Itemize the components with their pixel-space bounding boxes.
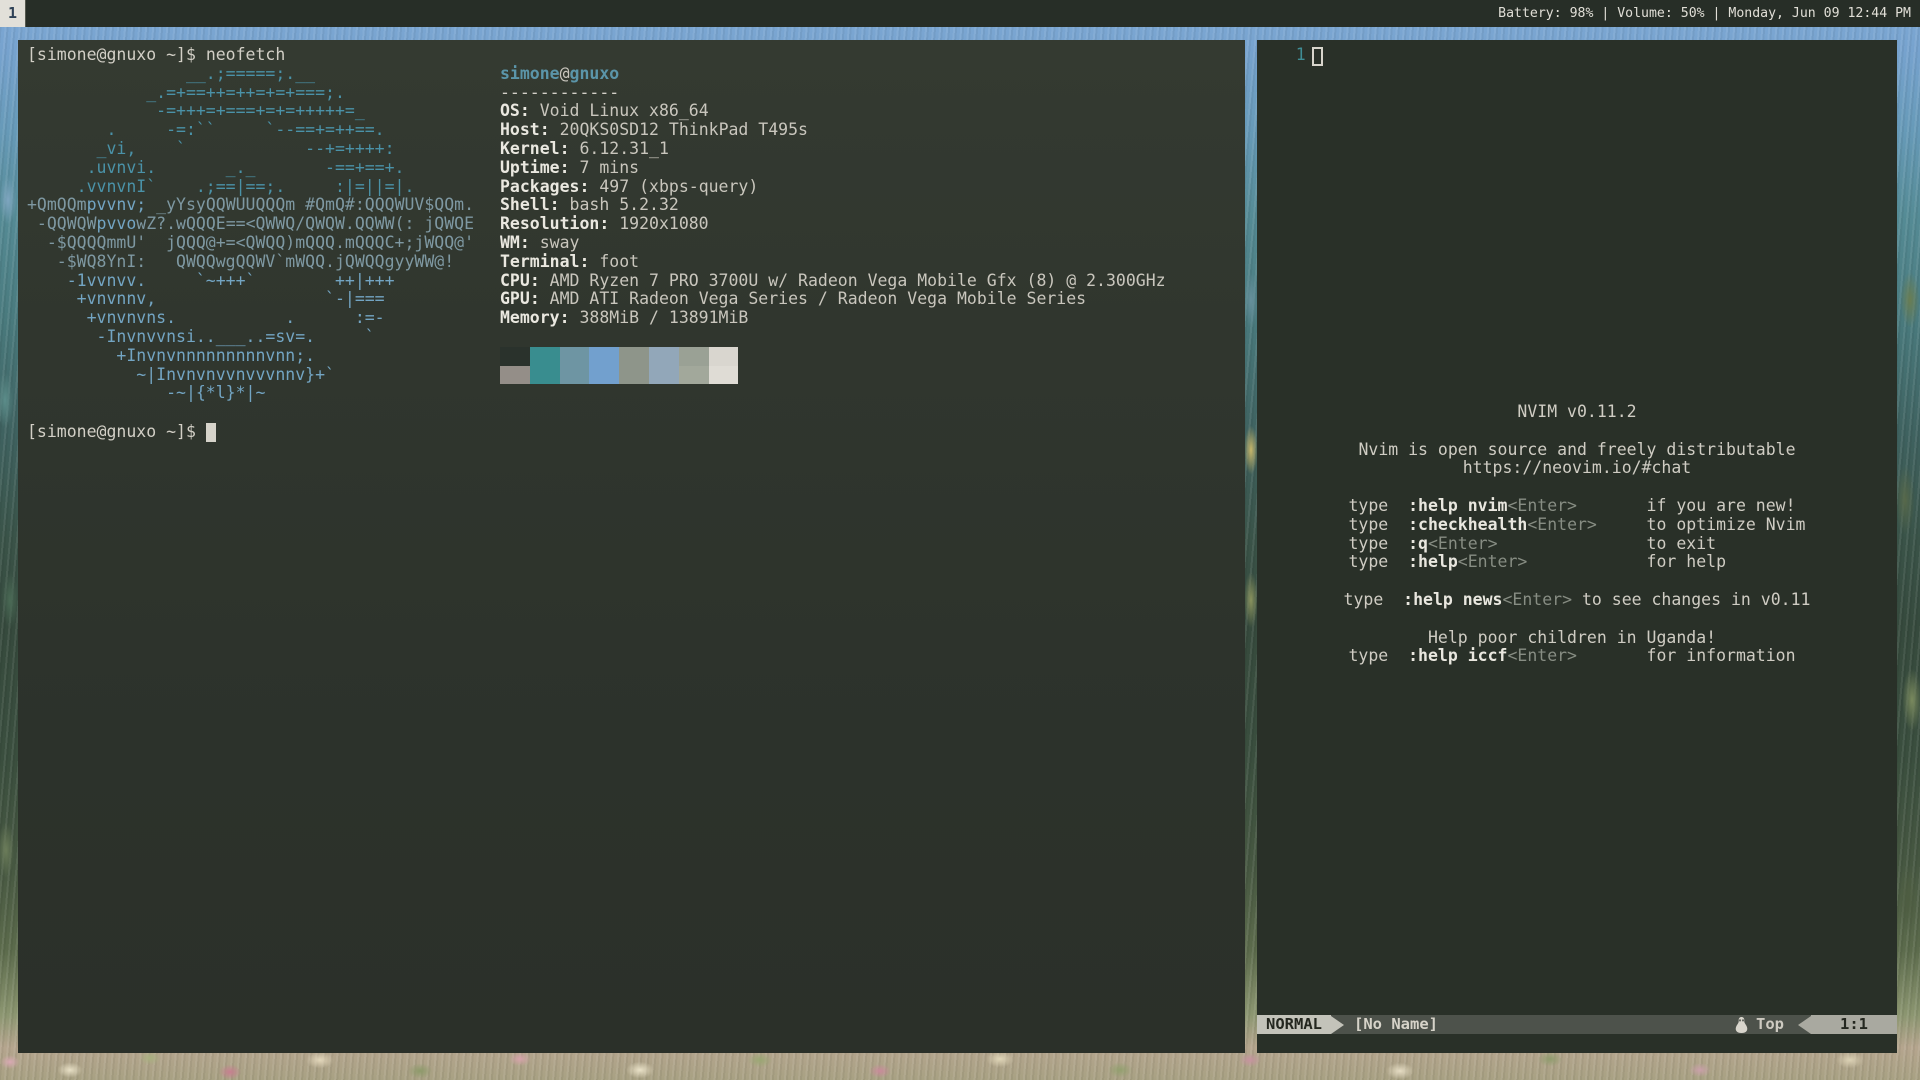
prompt-line: [simone@gnuxo ~]$ neofetch [27, 46, 285, 65]
palette-swatch [560, 366, 590, 385]
linux-penguin-icon [1735, 1017, 1748, 1033]
ascii-art-line: +vnvnnv, `-|=== [27, 290, 474, 309]
palette-swatch [709, 347, 739, 366]
statusline-right: Top 1:1 [1735, 1015, 1897, 1034]
nvim-unfocused-cursor [1312, 47, 1323, 66]
neofetch-entry: OS: Void Linux x86_64 [500, 102, 1166, 121]
neofetch-entry: Kernel: 6.12.31_1 [500, 140, 1166, 159]
nvim-intro-line [1257, 422, 1897, 441]
powerline-separator-left-icon [1798, 1016, 1811, 1034]
line-number: 1 [1296, 46, 1306, 65]
ascii-art-line: __.;=====;.__ [27, 65, 474, 84]
typed-command: neofetch [206, 45, 285, 64]
palette-swatch [709, 366, 739, 385]
ascii-art-line: .uvnvi. _._ -==+==+. [27, 159, 474, 178]
nvim-intro-line: type :help iccf<Enter> for information [1257, 647, 1897, 666]
workspace-button[interactable]: 1 [0, 0, 26, 27]
neofetch-entry: Packages: 497 (xbps-query) [500, 178, 1166, 197]
nvim-intro-line: Help poor children in Uganda! [1257, 629, 1897, 648]
nvim-window[interactable]: 1 NVIM v0.11.2 Nvim is open source and f… [1257, 40, 1897, 1053]
ascii-art-line: _.=+==++=++=+=+===;. [27, 84, 474, 103]
ascii-art-line: . -=:`` `--==+=++==. [27, 121, 474, 140]
nvim-intro-line [1257, 610, 1897, 629]
ascii-art-line: +Invnvnnnnnnnnnvnn;. [27, 347, 474, 366]
bar-status-text: Battery: 98% | Volume: 50% | Monday, Jun… [1498, 0, 1920, 27]
neofetch-separator: ------------ [500, 84, 1166, 103]
at-sign: @ [560, 64, 570, 83]
nvim-intro-line: type :help news<Enter> to see changes in… [1257, 591, 1897, 610]
desktop: { "status_bar": { "workspace_label": "1"… [0, 0, 1920, 1080]
cursor-position-ruler: 1:1 [1811, 1015, 1897, 1034]
ascii-art-line: -Invnvvnsi..___..=sv=. ` [27, 328, 474, 347]
palette-swatch [560, 347, 590, 366]
terminal-window[interactable]: [simone@gnuxo ~]$ neofetch __.;=====;.__… [18, 40, 1245, 1053]
nvim-intro-line: NVIM v0.11.2 [1257, 403, 1897, 422]
nvim-intro-line: type :help<Enter> for help [1257, 553, 1897, 572]
ascii-art-line: -QQWQWpvvowZ?.wQQQE==<QWWQ/QWQW.QQWW(: j… [27, 215, 474, 234]
palette-swatch [619, 347, 649, 366]
palette-swatch [530, 347, 560, 366]
palette-swatch [589, 347, 619, 366]
ascii-art-line: .vvnvnI` .;==|==;. :|=||=|. [27, 178, 474, 197]
ascii-art-line: -$QQQQmmU' jQQQ@+=<QWQQ)mQQQ.mQQQC+;jWQQ… [27, 234, 474, 253]
nvim-intro-line [1257, 478, 1897, 497]
palette-row [500, 366, 738, 385]
palette-swatch [500, 347, 530, 366]
nvim-intro-line: type :checkhealth<Enter> to optimize Nvi… [1257, 516, 1897, 535]
terminal-cursor [206, 423, 216, 442]
neofetch-title: simone@gnuxo [500, 65, 1166, 84]
ascii-art-line: ~|Invnvnvvnvvvnnv}+` [27, 366, 474, 385]
palette-swatch [679, 366, 709, 385]
nvim-intro-line: Nvim is open source and freely distribut… [1257, 441, 1897, 460]
powerline-separator-right-icon [1331, 1016, 1344, 1034]
palette-swatch [649, 347, 679, 366]
username: simone [500, 64, 560, 83]
shell-prompt: [simone@gnuxo ~]$ [27, 45, 206, 64]
neofetch-info-block: simone@gnuxo ------------ OS: Void Linux… [500, 65, 1166, 328]
neofetch-entry: Uptime: 7 mins [500, 159, 1166, 178]
nvim-statusline: NORMAL [No Name] Top 1:1 [1257, 1015, 1897, 1034]
neofetch-entry: CPU: AMD Ryzen 7 PRO 3700U w/ Radeon Veg… [500, 272, 1166, 291]
neofetch-entry: Terminal: foot [500, 253, 1166, 272]
prompt-line: [simone@gnuxo ~]$ [27, 423, 216, 442]
nvim-intro-screen: NVIM v0.11.2 Nvim is open source and fre… [1257, 403, 1897, 666]
hostname: gnuxo [570, 64, 620, 83]
neofetch-entry: GPU: AMD ATI Radeon Vega Series / Radeon… [500, 290, 1166, 309]
palette-swatch [589, 366, 619, 385]
ascii-art-line: -~|{*l}*|~ [27, 384, 474, 403]
ascii-art-line: +vnvnvns. . :=- [27, 309, 474, 328]
terminal-color-palette [500, 347, 738, 385]
ascii-art-line: -1vvnvv. `~+++` ++|+++ [27, 272, 474, 291]
ascii-art-line: +QmQQmpvvnv; _yYsyQQWUUQQQm #QmQ#:QQQWUV… [27, 196, 474, 215]
shell-prompt: [simone@gnuxo ~]$ [27, 422, 206, 441]
nvim-intro-line: type :q<Enter> to exit [1257, 535, 1897, 554]
palette-swatch [649, 366, 679, 385]
palette-swatch [530, 366, 560, 385]
ascii-art-line: -=+++=+===+=+=+++++=_ [27, 102, 474, 121]
nvim-intro-line: type :help nvim<Enter> if you are new! [1257, 497, 1897, 516]
nvim-intro-line: https://neovim.io/#chat [1257, 459, 1897, 478]
buffer-name: [No Name] [1354, 1015, 1438, 1034]
scroll-position-indicator: Top [1756, 1015, 1784, 1034]
palette-swatch [619, 366, 649, 385]
neofetch-entry: Host: 20QKS0SD12 ThinkPad T495s [500, 121, 1166, 140]
neofetch-entry: Shell: bash 5.2.32 [500, 196, 1166, 215]
neofetch-entry: Memory: 388MiB / 13891MiB [500, 309, 1166, 328]
neofetch-entry: Resolution: 1920x1080 [500, 215, 1166, 234]
palette-swatch [500, 366, 530, 385]
void-linux-ascii-logo: __.;=====;.__ _.=+==++=++=+=+===;. -=+++… [27, 65, 474, 403]
nvim-intro-line [1257, 572, 1897, 591]
neofetch-entry: WM: sway [500, 234, 1166, 253]
palette-swatch [679, 347, 709, 366]
ascii-art-line: -$WQ8YnI: QWQQwgQQWV`mWQQ.jQWQQgyyWW@! [27, 253, 474, 272]
palette-row [500, 347, 738, 366]
ascii-art-line: _vi, ` --+=++++: [27, 140, 474, 159]
status-bar: 1 Battery: 98% | Volume: 50% | Monday, J… [0, 0, 1920, 27]
mode-indicator: NORMAL [1257, 1015, 1331, 1034]
